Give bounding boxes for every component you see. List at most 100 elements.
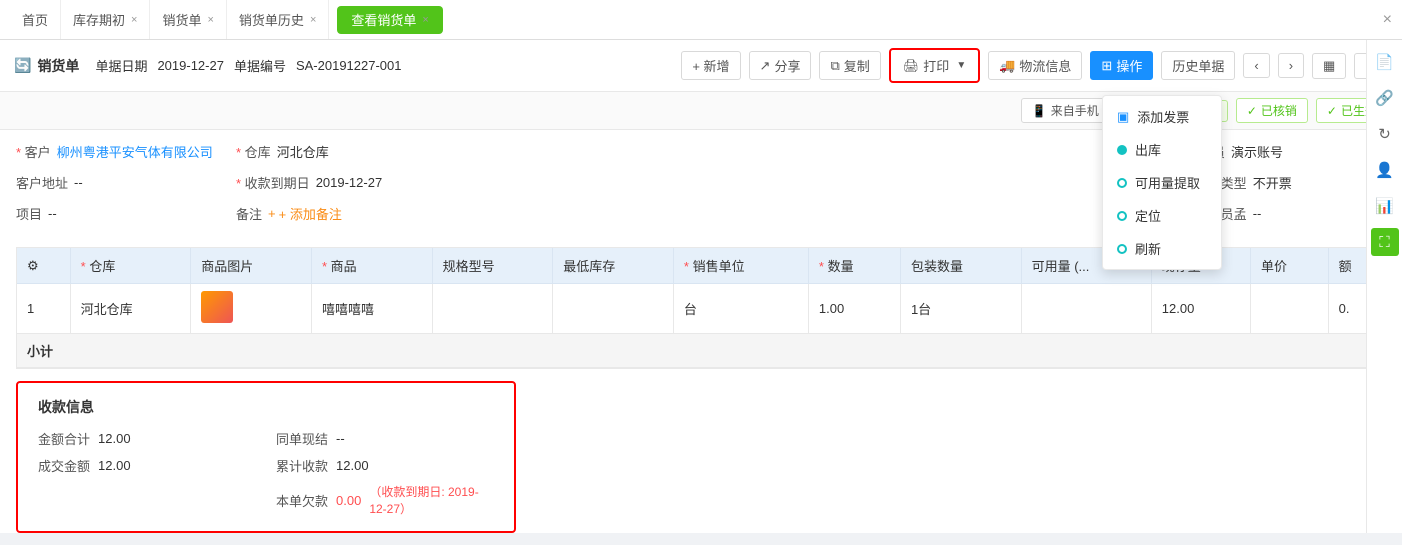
cumulative-value: 12.00 (336, 458, 369, 473)
tab-sales-history[interactable]: 销货单历史 × (227, 0, 329, 39)
row-pack-qty: 1台 (900, 284, 1021, 334)
tab-home[interactable]: 首页 (10, 0, 61, 39)
warehouse-field: 仓库 河北仓库 (236, 142, 436, 161)
doc-meta: 单据日期 2019-12-27 单据编号 SA-20191227-001 (95, 56, 401, 75)
effective-icon: ✓ (1327, 104, 1337, 118)
print-button-highlight: 🖨 打印 ▼ (889, 48, 980, 83)
add-invoice-icon: ▣ (1117, 109, 1129, 125)
address-label: 客户地址 (16, 173, 68, 192)
total-amount-value: 12.00 (98, 431, 131, 446)
nav-next-button[interactable]: › (1278, 53, 1304, 78)
operate-button[interactable]: ⊞ 操作 (1090, 51, 1153, 80)
share-icon: ↗ (760, 58, 771, 74)
locate-icon (1117, 211, 1127, 221)
row-warehouse: 河北仓库 (70, 284, 191, 334)
from-phone-button[interactable]: 📱 来自手机 (1021, 98, 1110, 123)
total-amount-label: 金额合计 (38, 429, 90, 448)
payment-date-value: 2019-12-27 (316, 175, 383, 190)
share-button[interactable]: ↗ 分享 (749, 51, 812, 80)
row-no: 1 (17, 284, 70, 334)
close-tab-inventory[interactable]: × (131, 14, 137, 26)
settings-icon[interactable]: ⚙ (27, 258, 39, 273)
same-order-value: -- (336, 431, 345, 446)
col-spec: 规格型号 (432, 248, 553, 284)
sidebar-expand-icon[interactable]: ⛶ (1371, 228, 1399, 256)
print-button[interactable]: 🖨 打印 ▼ (893, 52, 976, 79)
copy-icon: ⧉ (830, 58, 839, 74)
total-amount-item: 金额合计 12.00 (38, 429, 256, 448)
salesperson-value: -- (1253, 206, 1262, 221)
row-spec (432, 284, 553, 334)
same-order-item: 同单现结 -- (276, 429, 494, 448)
nav-prev-button[interactable]: ‹ (1243, 53, 1269, 78)
add-note-button[interactable]: + + 添加备注 (268, 204, 342, 223)
ticket-value: 不开票 (1253, 173, 1292, 192)
print-icon: 🖨 (903, 58, 920, 74)
customer-label: 客户 (16, 142, 51, 161)
staff-value: 演示账号 (1231, 142, 1283, 161)
warehouse-value: 河北仓库 (277, 142, 329, 161)
outbound-icon (1117, 145, 1127, 155)
product-thumbnail (201, 291, 233, 323)
col-sales-unit: * 销售单位 (673, 248, 808, 284)
address-value: -- (74, 175, 83, 190)
cumulative-label: 累计收款 (276, 456, 328, 475)
same-order-label: 同单现结 (276, 429, 328, 448)
col-pack-qty: 包装数量 (900, 248, 1021, 284)
sidebar-person-icon[interactable]: 👤 (1371, 156, 1399, 184)
row-min-stock (553, 284, 674, 334)
debt-value: 0.00 (336, 493, 361, 508)
dropdown-available-fetch[interactable]: 可用量提取 (1103, 166, 1221, 199)
tab-sales-order[interactable]: 销货单 × (150, 0, 226, 39)
close-tab-view[interactable]: × (422, 14, 428, 26)
sidebar-link-icon[interactable]: 🔗 (1371, 84, 1399, 112)
warehouse-label: 仓库 (236, 142, 271, 161)
dropdown-outbound[interactable]: 出库 (1103, 133, 1221, 166)
dropdown-add-invoice[interactable]: ▣ 添加发票 (1103, 100, 1221, 133)
cumulative-item: 累计收款 12.00 (276, 456, 494, 475)
col-product: * 商品 (311, 248, 432, 284)
new-button[interactable]: + 新增 (681, 51, 740, 80)
table-row: 1 河北仓库 嘻嘻嘻嘻 台 1.00 1台 12.00 0. (17, 284, 1385, 334)
close-tab-sales[interactable]: × (207, 14, 213, 26)
note-field: 备注 + + 添加备注 (236, 204, 436, 223)
available-icon (1117, 178, 1127, 188)
grid-view-button[interactable]: ▦ (1312, 53, 1346, 79)
print-dropdown-arrow[interactable]: ▼ (956, 60, 966, 71)
current-debt-item: 本单欠款 0.00 （收款到期日: 2019-12-27） (276, 483, 494, 517)
tab-bar: 首页 库存期初 × 销货单 × 销货单历史 × 查看销货单 × × (0, 0, 1402, 40)
payment-info-box: 收款信息 金额合计 12.00 同单现结 -- 成交金额 12.00 累计收款 … (16, 381, 516, 533)
sidebar-refresh-icon[interactable]: ↻ (1371, 120, 1399, 148)
sidebar-data-icon[interactable]: 📊 (1371, 192, 1399, 220)
dropdown-locate[interactable]: 定位 (1103, 199, 1221, 232)
dropdown-refresh[interactable]: 刷新 (1103, 232, 1221, 265)
copy-button[interactable]: ⧉ 复制 (819, 51, 880, 80)
sales-order-icon: 🔄 (14, 57, 31, 74)
transaction-label: 成交金额 (38, 456, 90, 475)
note-label: 备注 (236, 204, 262, 223)
address-field: 客户地址 -- (16, 173, 216, 192)
payment-title: 收款信息 (38, 397, 494, 417)
col-min-stock: 最低库存 (553, 248, 674, 284)
col-unit-price: 单价 (1250, 248, 1328, 284)
project-value: -- (48, 206, 57, 221)
col-warehouse: * 仓库 (70, 248, 191, 284)
transaction-amount-item: 成交金额 12.00 (38, 456, 256, 475)
logistics-icon: 🚚 (999, 58, 1015, 74)
row-sales-unit: 台 (673, 284, 808, 334)
row-available (1021, 284, 1151, 334)
customer-value[interactable]: 柳州粤港平安气体有限公司 (57, 142, 213, 161)
history-button[interactable]: 历史单据 (1161, 51, 1235, 80)
logistics-button[interactable]: 🚚 物流信息 (988, 51, 1082, 80)
sidebar-doc-icon[interactable]: 📄 (1371, 48, 1399, 76)
plus-icon: + (268, 206, 276, 221)
doc-header: 🔄 销货单 单据日期 2019-12-27 单据编号 SA-20191227-0… (0, 40, 1402, 92)
close-tab-history[interactable]: × (310, 14, 316, 26)
close-all-tabs[interactable]: × (1383, 11, 1392, 29)
subtotal-row: 小计 (17, 334, 1385, 368)
verified-button[interactable]: ✓ 已核销 (1236, 98, 1308, 123)
tab-inventory-init[interactable]: 库存期初 × (61, 0, 150, 39)
tab-view-sales[interactable]: 查看销货单 × (337, 6, 442, 34)
row-product-img (191, 284, 312, 334)
refresh-icon (1117, 244, 1127, 254)
